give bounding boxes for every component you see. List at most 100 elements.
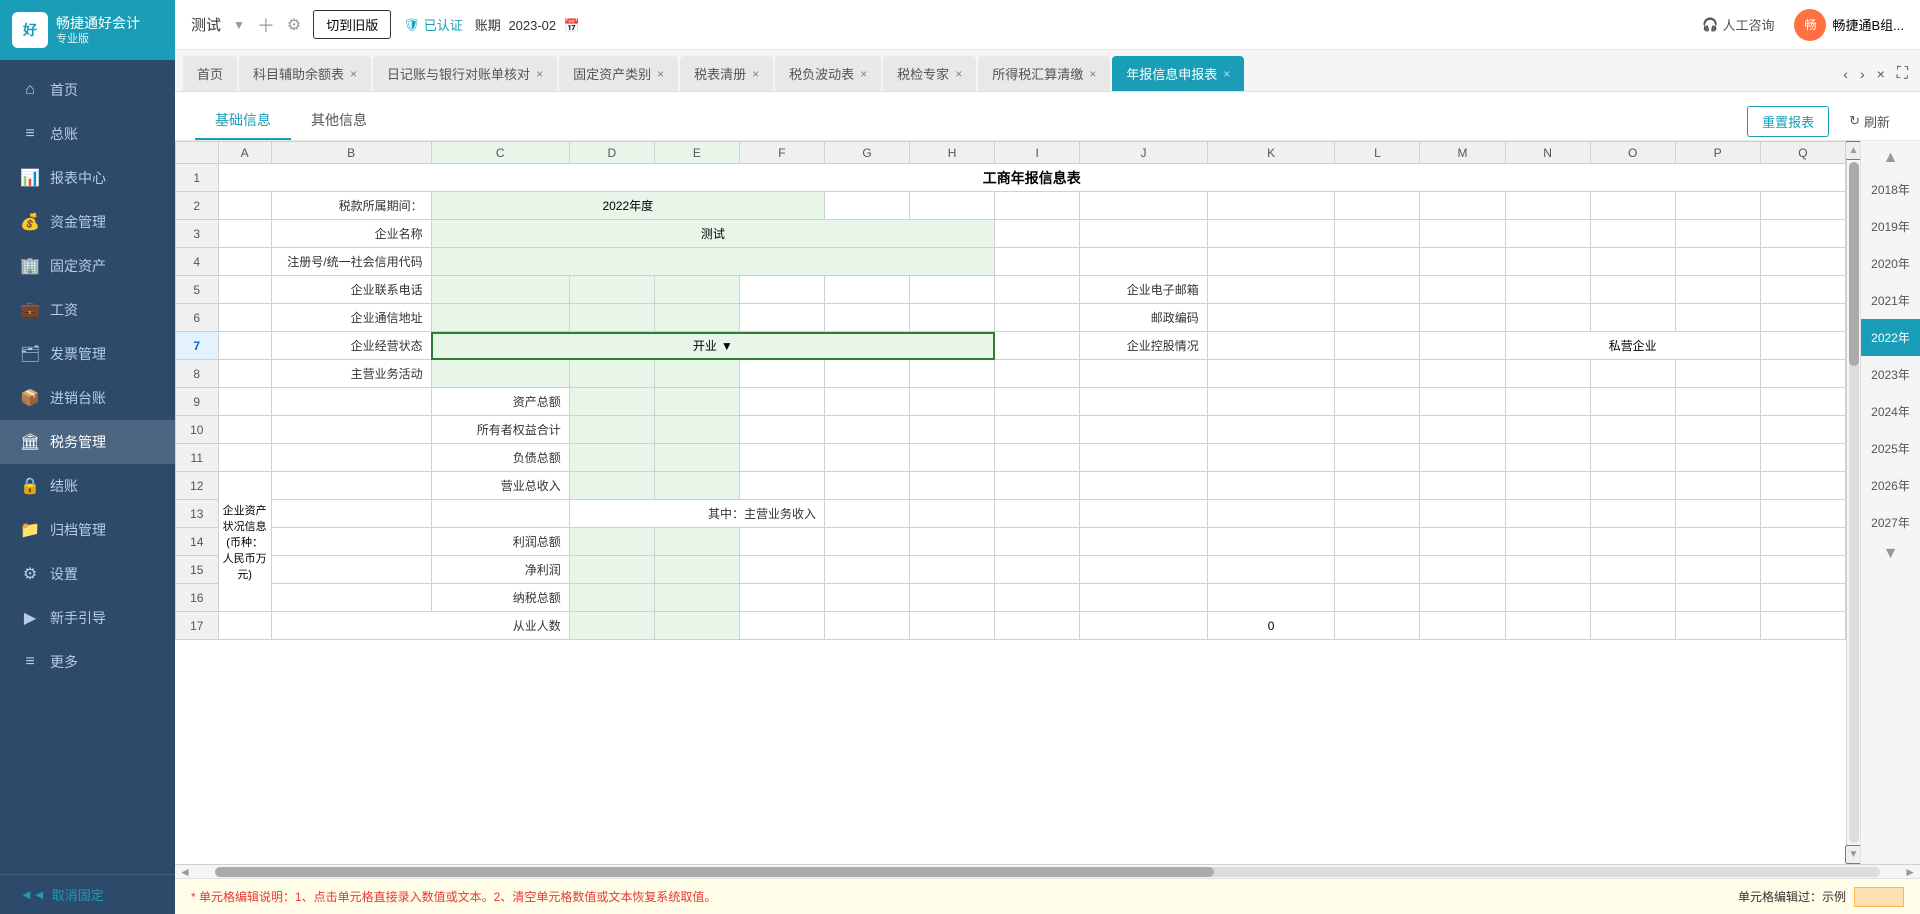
year-item-2020[interactable]: 2020年: [1861, 245, 1920, 282]
tab-income-tax[interactable]: 所得税汇算清缴 ×: [978, 56, 1110, 91]
sub-tab-other[interactable]: 其他信息: [291, 102, 387, 140]
cell-9-g[interactable]: [825, 388, 910, 416]
cell-14-h[interactable]: [910, 528, 995, 556]
cell-16-j[interactable]: [1080, 584, 1208, 612]
cell-5-j[interactable]: 企业电子邮箱: [1080, 276, 1208, 304]
cell-14-g[interactable]: [825, 528, 910, 556]
cell-11-b[interactable]: [271, 444, 431, 472]
cell-15-n[interactable]: [1505, 556, 1590, 584]
cell-16-e[interactable]: [654, 584, 739, 612]
cell-5-p[interactable]: [1675, 276, 1760, 304]
cell-11-l[interactable]: [1335, 444, 1420, 472]
cell-6-b[interactable]: 企业通信地址: [271, 304, 431, 332]
cell-3-a[interactable]: [218, 220, 271, 248]
cell-5-b[interactable]: 企业联系电话: [271, 276, 431, 304]
sidebar-unpin[interactable]: ◄◄ 取消固定: [0, 874, 175, 914]
cell-16-k[interactable]: [1207, 584, 1335, 612]
cell-10-f[interactable]: [739, 416, 824, 444]
cell-6-q[interactable]: [1760, 304, 1845, 332]
cell-3-k[interactable]: [1207, 220, 1335, 248]
cell-2-c[interactable]: 2022年度: [431, 192, 824, 220]
cell-17-g[interactable]: [825, 612, 910, 640]
tab-tax-wave[interactable]: 税负波动表 ×: [775, 56, 881, 91]
cell-8-h[interactable]: [910, 360, 995, 388]
cell-9-f[interactable]: [739, 388, 824, 416]
cell-2-h[interactable]: [910, 192, 995, 220]
cell-2-k[interactable]: [1207, 192, 1335, 220]
cell-15-e[interactable]: [654, 556, 739, 584]
tabs-expand-button[interactable]: ⛶: [1893, 61, 1912, 87]
cell-11-n[interactable]: [1505, 444, 1590, 472]
cell-6-a[interactable]: [218, 304, 271, 332]
cell-13-l[interactable]: [1335, 500, 1420, 528]
cell-15-o[interactable]: [1590, 556, 1675, 584]
cell-2-g[interactable]: [825, 192, 910, 220]
cell-4-c[interactable]: [431, 248, 995, 276]
spreadsheet-container[interactable]: A B C D E F G H I J K L M: [175, 141, 1846, 864]
cell-11-j[interactable]: [1080, 444, 1208, 472]
cell-10-e[interactable]: [654, 416, 739, 444]
sidebar-item-settings[interactable]: ⚙ 设置: [0, 552, 175, 596]
cell-16-d[interactable]: [569, 584, 654, 612]
year-scroll-down-button[interactable]: ▼: [1861, 541, 1920, 567]
user-menu[interactable]: 畅 畅捷通B组...: [1794, 9, 1904, 41]
tab-journal[interactable]: 日记账与银行对账单核对 ×: [373, 56, 557, 91]
cell-11-k[interactable]: [1207, 444, 1335, 472]
cell-16-f[interactable]: [739, 584, 824, 612]
cell-10-j[interactable]: [1080, 416, 1208, 444]
cell-9-i[interactable]: [995, 388, 1080, 416]
sidebar-item-archive[interactable]: 📁 归档管理: [0, 508, 175, 552]
cell-12-a[interactable]: 企业资产状况信息(币种：人民币万元): [218, 472, 271, 612]
company-dropdown-icon[interactable]: ▼: [233, 18, 245, 32]
cell-6-m[interactable]: [1420, 304, 1505, 332]
cell-14-j[interactable]: [1080, 528, 1208, 556]
cell-14-e[interactable]: [654, 528, 739, 556]
cell-6-n[interactable]: [1505, 304, 1590, 332]
cell-6-g[interactable]: [825, 304, 910, 332]
tabs-prev-button[interactable]: ‹: [1839, 62, 1852, 86]
cell-12-l[interactable]: [1335, 472, 1420, 500]
cell-9-l[interactable]: [1335, 388, 1420, 416]
cell-9-k[interactable]: [1207, 388, 1335, 416]
cell-13-g[interactable]: [825, 500, 910, 528]
cell-8-i[interactable]: [995, 360, 1080, 388]
cell-3-m[interactable]: [1420, 220, 1505, 248]
cell-13-q[interactable]: [1760, 500, 1845, 528]
cell-15-i[interactable]: [995, 556, 1080, 584]
tab-close-annual-report[interactable]: ×: [1223, 67, 1230, 81]
cell-1-title[interactable]: 工商年报信息表: [218, 164, 1845, 192]
tab-annual-report[interactable]: 年报信息申报表 ×: [1112, 56, 1244, 91]
cell-5-h[interactable]: [910, 276, 995, 304]
cell-9-b[interactable]: [271, 388, 431, 416]
cell-14-q[interactable]: [1760, 528, 1845, 556]
cell-2-m[interactable]: [1420, 192, 1505, 220]
cell-4-j[interactable]: [1080, 248, 1208, 276]
cell-2-j[interactable]: [1080, 192, 1208, 220]
cell-9-h[interactable]: [910, 388, 995, 416]
cell-4-k[interactable]: [1207, 248, 1335, 276]
sidebar-item-home[interactable]: ⌂ 首页: [0, 68, 175, 112]
cell-15-l[interactable]: [1335, 556, 1420, 584]
year-item-2026[interactable]: 2026年: [1861, 467, 1920, 504]
cell-17-l[interactable]: [1335, 612, 1420, 640]
cell-9-a[interactable]: [218, 388, 271, 416]
cell-17-h[interactable]: [910, 612, 995, 640]
sidebar-item-tax[interactable]: 🏛 税务管理: [0, 420, 175, 464]
cell-8-m[interactable]: [1420, 360, 1505, 388]
cell-14-o[interactable]: [1590, 528, 1675, 556]
cell-16-l[interactable]: [1335, 584, 1420, 612]
cell-11-p[interactable]: [1675, 444, 1760, 472]
cell-9-p[interactable]: [1675, 388, 1760, 416]
cell-15-k[interactable]: [1207, 556, 1335, 584]
cell-5-l[interactable]: [1335, 276, 1420, 304]
cell-3-p[interactable]: [1675, 220, 1760, 248]
cell-8-p[interactable]: [1675, 360, 1760, 388]
cell-5-k[interactable]: [1207, 276, 1335, 304]
cell-14-m[interactable]: [1420, 528, 1505, 556]
cell-12-b[interactable]: [271, 472, 431, 500]
tab-close-fixed-assets[interactable]: ×: [657, 67, 664, 81]
sidebar-item-funds[interactable]: 💰 资金管理: [0, 200, 175, 244]
cell-7-l[interactable]: [1335, 332, 1420, 360]
cell-13-i[interactable]: [995, 500, 1080, 528]
cell-2-a[interactable]: [218, 192, 271, 220]
